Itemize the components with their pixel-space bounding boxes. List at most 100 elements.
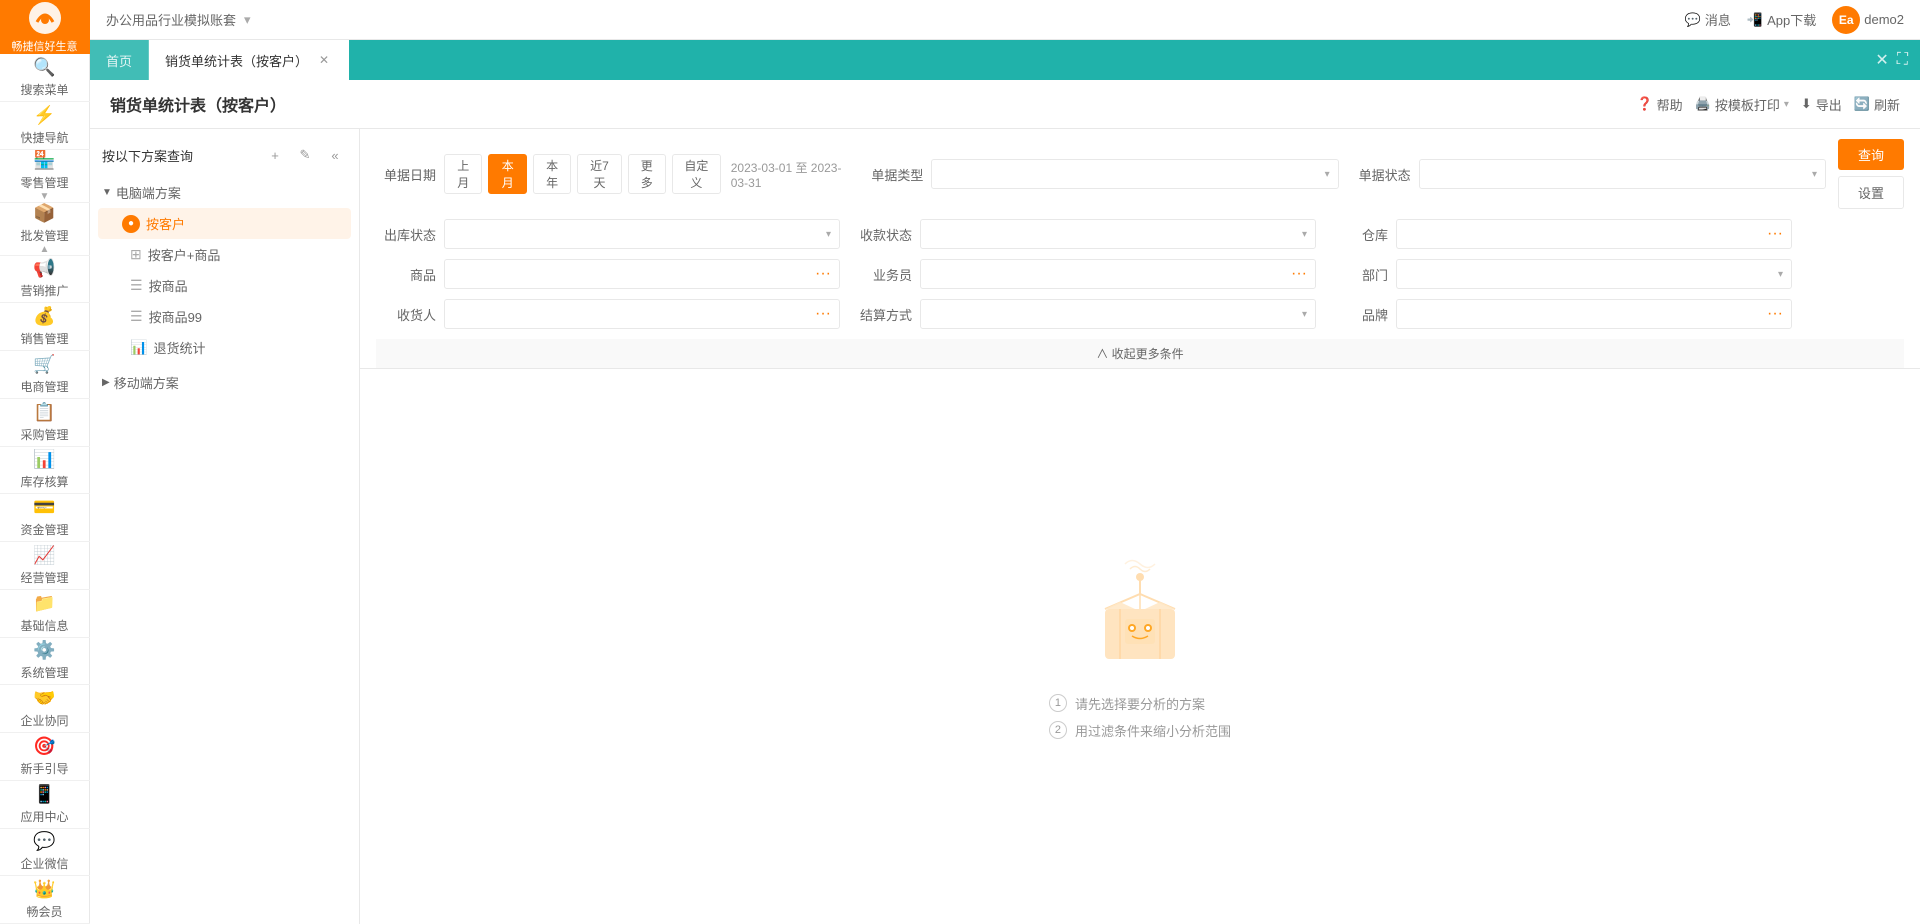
plan-item-by-customer-product[interactable]: ⊞ 按客户+商品 (98, 239, 351, 270)
collapse-panel-btn[interactable]: « (323, 143, 347, 167)
sidebar-item-member[interactable]: 👑 畅会员 (0, 876, 90, 924)
date-btn-7days[interactable]: 近7天 (577, 154, 621, 194)
warehouse-dots[interactable]: ··· (1767, 225, 1783, 243)
message-btn[interactable]: 💬 消息 (1685, 10, 1731, 29)
download-icon: 📲 (1747, 12, 1763, 28)
date-btn-last-month[interactable]: 上月 (444, 154, 482, 194)
user-avatar: Ea (1832, 6, 1860, 34)
brand-input[interactable]: ··· (1396, 299, 1792, 329)
product-dots[interactable]: ··· (815, 265, 831, 283)
query-btn-group: 查询 设置 (1838, 139, 1904, 209)
left-panel-header: 按以下方案查询 + ✎ « (98, 137, 351, 173)
sidebar-item-marketing[interactable]: 📢 营销推广 (0, 256, 90, 304)
sidebar-item-enterprise-label: 企业协同 (20, 712, 68, 729)
date-btn-this-month[interactable]: 本月 (488, 154, 526, 194)
settings-btn[interactable]: 设置 (1838, 176, 1904, 209)
brand-dots[interactable]: ··· (1767, 305, 1783, 323)
table-icon: ☰ (130, 277, 143, 294)
plan-group-pc-header[interactable]: ▼ 电脑端方案 (98, 177, 351, 208)
date-btn-more[interactable]: 更多 (628, 154, 666, 194)
plan-group-expand-icon: ▼ (102, 187, 112, 198)
help-icon: ❓ (1636, 96, 1652, 112)
add-plan-btn[interactable]: + (263, 143, 287, 167)
out-select[interactable]: ▾ (444, 219, 840, 249)
payment-label: 收款状态 (852, 225, 912, 244)
sidebar-item-shortcut[interactable]: ⚡ 快捷导航 (0, 102, 90, 150)
help-btn[interactable]: ❓ 帮助 (1636, 95, 1682, 114)
sidebar-item-finance[interactable]: 💳 资金管理 (0, 494, 90, 542)
plan-item-by-customer[interactable]: ● 按客户 (98, 208, 351, 239)
tab-close-all-icon[interactable]: ✕ (1875, 50, 1888, 70)
sidebar-item-system-label: 系统管理 (20, 664, 68, 681)
plan-group-pc-label: 电脑端方案 (116, 183, 181, 202)
receiver-dots[interactable]: ··· (815, 305, 831, 323)
product-input[interactable]: ··· (444, 259, 840, 289)
sidebar-item-sales[interactable]: 💰 销售管理 (0, 303, 90, 351)
filter-panel: 单据日期 上月 本月 本年 近7天 更多 自定义 2023-03-01 至 20… (360, 129, 1920, 369)
receiver-input[interactable]: ··· (444, 299, 840, 329)
sidebar-item-search[interactable]: 🔍 搜索菜单 (0, 54, 90, 102)
sidebar-item-apps-label: 应用中心 (20, 808, 68, 825)
plan-item-by-product-99[interactable]: ☰ 按商品99 (98, 301, 351, 332)
plan-item-active-icon: ● (122, 215, 140, 233)
brand-label: 品牌 (1328, 305, 1388, 324)
filter-date-cell: 单据日期 上月 本月 本年 近7天 更多 自定义 2023-03-01 至 20… (376, 154, 851, 194)
sidebar-item-wechat[interactable]: 💬 企业微信 (0, 829, 90, 877)
sidebar-item-enterprise[interactable]: 🤝 企业协同 (0, 685, 90, 733)
date-btn-custom[interactable]: 自定义 (672, 154, 721, 194)
edit-icon: ✎ (300, 147, 311, 163)
content: 销货单统计表（按客户） ❓ 帮助 🖨️ 按模板打印 ▾ ⬇ 导出 🔄 刷新 (90, 80, 1920, 924)
sidebar-item-apps[interactable]: 📱 应用中心 (0, 781, 90, 829)
app-logo[interactable]: 畅捷信好生意 (0, 0, 90, 54)
message-label: 消息 (1705, 10, 1731, 29)
warehouse-label: 仓库 (1328, 225, 1388, 244)
print-icon: 🖨️ (1695, 96, 1711, 112)
dept-select[interactable]: ▾ (1396, 259, 1792, 289)
staff-input[interactable]: ··· (920, 259, 1316, 289)
date-label: 单据日期 (376, 165, 436, 184)
sidebar-item-system[interactable]: ⚙️ 系统管理 (0, 638, 90, 686)
sidebar-item-wholesale[interactable]: 📦 批发管理 ▲ (0, 203, 90, 256)
type-select[interactable]: ▾ (931, 159, 1338, 189)
payment-method-select[interactable]: ▾ (920, 299, 1316, 329)
plan-item-by-customer-product-label: 按客户+商品 (148, 245, 221, 264)
app-download-btn[interactable]: 📲 App下载 (1747, 10, 1816, 29)
payment-select[interactable]: ▾ (920, 219, 1316, 249)
date-btn-this-year[interactable]: 本年 (533, 154, 571, 194)
empty-state: 1 请先选择要分析的方案 2 用过滤条件来缩小分析范围 (360, 369, 1920, 924)
left-panel-title: 按以下方案查询 (102, 146, 193, 165)
product-dropdown-icon[interactable]: ▾ (244, 12, 251, 28)
plan-group-mobile-header[interactable]: ▶ 移动端方案 (98, 367, 351, 398)
tab-maximize-icon[interactable]: ⛶ (1897, 51, 1908, 69)
sidebar-item-inventory[interactable]: 📊 库存核算 (0, 447, 90, 495)
sidebar-item-ecommerce[interactable]: 🛒 电商管理 (0, 351, 90, 399)
sidebar-item-operation[interactable]: 📈 经营管理 (0, 542, 90, 590)
filter-row-3: 商品 ··· 业务员 ··· (376, 259, 1904, 289)
collapse-more-btn[interactable]: ∧ 收起更多条件 (376, 339, 1904, 368)
print-btn[interactable]: 🖨️ 按模板打印 ▾ (1695, 95, 1789, 114)
query-btn[interactable]: 查询 (1838, 139, 1904, 170)
warehouse-input[interactable]: ··· (1396, 219, 1792, 249)
sidebar-item-newbie[interactable]: 🎯 新手引导 (0, 733, 90, 781)
sidebar-item-basic[interactable]: 📁 基础信息 (0, 590, 90, 638)
basic-icon: 📁 (33, 593, 55, 614)
user-profile-btn[interactable]: Ea demo2 (1832, 6, 1904, 34)
plan-item-return-stats[interactable]: 📊 退货统计 (98, 332, 351, 363)
plan-group-mobile-label: 移动端方案 (114, 373, 179, 392)
edit-plan-btn[interactable]: ✎ (293, 143, 317, 167)
collapse-label: ∧ 收起更多条件 (1096, 345, 1183, 362)
plan-item-by-product[interactable]: ☰ 按商品 (98, 270, 351, 301)
payment-method-label: 结算方式 (852, 305, 912, 324)
sidebar-item-purchase[interactable]: 📋 采购管理 (0, 399, 90, 447)
tab-home[interactable]: 首页 (90, 40, 149, 80)
filter-receiver-cell: 收货人 ··· (376, 299, 840, 329)
status-select[interactable]: ▾ (1419, 159, 1826, 189)
tab-sales-stats[interactable]: 销货单统计表（按客户） ✕ (149, 40, 349, 80)
tab-close-icon[interactable]: ✕ (316, 52, 332, 68)
staff-dots[interactable]: ··· (1291, 265, 1307, 283)
sidebar-item-retail[interactable]: 🏪 零售管理 ▼ (0, 150, 90, 203)
sidebar-item-member-label: 畅会员 (26, 903, 62, 920)
refresh-btn[interactable]: 🔄 刷新 (1854, 95, 1900, 114)
export-btn[interactable]: ⬇ 导出 (1801, 95, 1842, 114)
add-icon: + (271, 148, 279, 163)
